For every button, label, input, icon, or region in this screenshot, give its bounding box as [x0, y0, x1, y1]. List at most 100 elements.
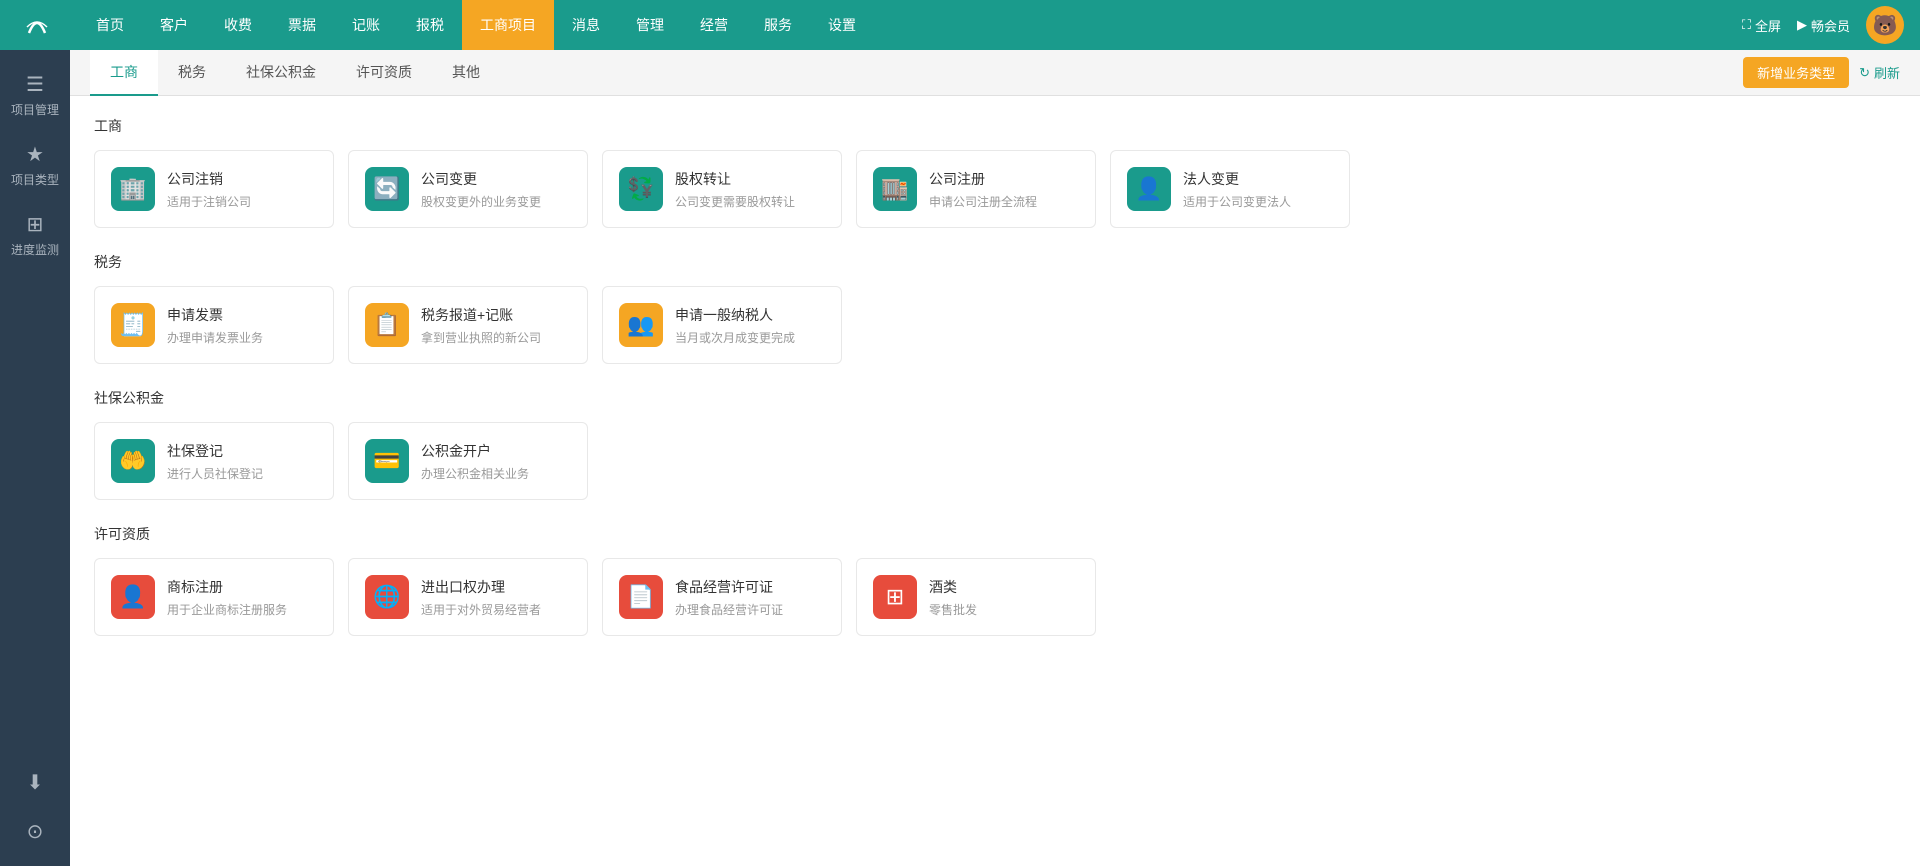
- card-desc: 拿到营业执照的新公司: [421, 329, 541, 346]
- service-card-进出口权办理[interactable]: 🌐 进出口权办理 适用于对外贸易经营者: [348, 558, 588, 636]
- sidebar-label: 进度监测: [11, 241, 59, 258]
- service-card-公司变更[interactable]: 🔄 公司变更 股权变更外的业务变更: [348, 150, 588, 228]
- card-info: 进出口权办理 适用于对外贸易经营者: [421, 577, 541, 618]
- card-title: 股权转让: [675, 169, 795, 189]
- card-icon: 🤲: [111, 439, 155, 483]
- sidebar-label: 项目管理: [11, 101, 59, 118]
- top-navigation: 首页客户收费票据记账报税工商项目消息管理经营服务设置 ⛶ 全屏 ▶ 畅会员 🐻: [0, 0, 1920, 50]
- sidebar-bottom-item[interactable]: ⊙: [0, 807, 70, 856]
- cards-grid-社保公积金: 🤲 社保登记 进行人员社保登记 💳 公积金开户 办理公积金相关业务: [94, 422, 1896, 500]
- service-card-申请一般纳税人[interactable]: 👥 申请一般纳税人 当月或次月成变更完成: [602, 286, 842, 364]
- service-card-酒类[interactable]: ⊞ 酒类 零售批发: [856, 558, 1096, 636]
- sidebar: ☰ 项目管理 ★项目类型 ⊞ 进度监测 ⬇⊙: [0, 50, 70, 866]
- nav-item-工商项目[interactable]: 工商项目: [462, 0, 554, 50]
- tab-社保公积金[interactable]: 社保公积金: [226, 50, 336, 96]
- tabs-actions: 新增业务类型 ↻ 刷新: [1743, 57, 1900, 88]
- card-title: 申请发票: [167, 305, 263, 325]
- tab-许可资质[interactable]: 许可资质: [336, 50, 432, 96]
- section-title-税务: 税务: [94, 252, 1896, 272]
- fullscreen-button[interactable]: ⛶ 全屏: [1742, 16, 1781, 35]
- card-desc: 办理食品经营许可证: [675, 601, 783, 618]
- member-label: 畅会员: [1811, 16, 1850, 35]
- card-info: 申请一般纳税人 当月或次月成变更完成: [675, 305, 795, 346]
- tab-税务[interactable]: 税务: [158, 50, 226, 96]
- nav-item-服务[interactable]: 服务: [746, 0, 810, 50]
- nav-item-记账[interactable]: 记账: [334, 0, 398, 50]
- cards-grid-工商: 🏢 公司注销 适用于注销公司 🔄 公司变更 股权变更外的业务变更 💱 股权转让 …: [94, 150, 1896, 228]
- service-card-股权转让[interactable]: 💱 股权转让 公司变更需要股权转让: [602, 150, 842, 228]
- service-card-社保登记[interactable]: 🤲 社保登记 进行人员社保登记: [94, 422, 334, 500]
- member-button[interactable]: ▶ 畅会员: [1797, 16, 1850, 35]
- card-info: 公司注销 适用于注销公司: [167, 169, 251, 210]
- add-type-button[interactable]: 新增业务类型: [1743, 57, 1849, 88]
- card-icon: 🏬: [873, 167, 917, 211]
- card-info: 社保登记 进行人员社保登记: [167, 441, 263, 482]
- sidebar-item-项目类型[interactable]: ★项目类型: [0, 130, 70, 200]
- play-icon: ▶: [1797, 17, 1807, 33]
- card-icon: 🏢: [111, 167, 155, 211]
- service-card-商标注册[interactable]: 👤 商标注册 用于企业商标注册服务: [94, 558, 334, 636]
- sidebar-icon: ☰: [26, 72, 44, 97]
- card-desc: 适用于对外贸易经营者: [421, 601, 541, 618]
- nav-item-消息[interactable]: 消息: [554, 0, 618, 50]
- card-title: 进出口权办理: [421, 577, 541, 597]
- nav-item-客户[interactable]: 客户: [142, 0, 206, 50]
- tab-工商[interactable]: 工商: [90, 50, 158, 96]
- refresh-button[interactable]: ↻ 刷新: [1859, 63, 1900, 82]
- card-info: 股权转让 公司变更需要股权转让: [675, 169, 795, 210]
- service-card-公司注销[interactable]: 🏢 公司注销 适用于注销公司: [94, 150, 334, 228]
- fullscreen-icon: ⛶: [1742, 17, 1751, 33]
- section-title-许可资质: 许可资质: [94, 524, 1896, 544]
- card-desc: 零售批发: [929, 601, 977, 618]
- service-card-税务报道+记账[interactable]: 📋 税务报道+记账 拿到营业执照的新公司: [348, 286, 588, 364]
- card-info: 酒类 零售批发: [929, 577, 977, 618]
- sidebar-icon: ⊞: [27, 212, 44, 237]
- service-card-法人变更[interactable]: 👤 法人变更 适用于公司变更法人: [1110, 150, 1350, 228]
- card-title: 公司变更: [421, 169, 541, 189]
- card-icon: 👤: [111, 575, 155, 619]
- service-card-公司注册[interactable]: 🏬 公司注册 申请公司注册全流程: [856, 150, 1096, 228]
- card-info: 公司注册 申请公司注册全流程: [929, 169, 1037, 210]
- logo: [16, 4, 58, 46]
- service-card-食品经营许可证[interactable]: 📄 食品经营许可证 办理食品经营许可证: [602, 558, 842, 636]
- cards-grid-税务: 🧾 申请发票 办理申请发票业务 📋 税务报道+记账 拿到营业执照的新公司 👥 申…: [94, 286, 1896, 364]
- sidebar-item-进度监测[interactable]: ⊞ 进度监测: [0, 200, 70, 270]
- tab-其他[interactable]: 其他: [432, 50, 500, 96]
- refresh-icon: ↻: [1859, 65, 1870, 81]
- nav-item-设置[interactable]: 设置: [810, 0, 874, 50]
- card-icon: 💳: [365, 439, 409, 483]
- card-info: 公司变更 股权变更外的业务变更: [421, 169, 541, 210]
- card-desc: 用于企业商标注册服务: [167, 601, 287, 618]
- nav-item-经营[interactable]: 经营: [682, 0, 746, 50]
- nav-item-票据[interactable]: 票据: [270, 0, 334, 50]
- card-info: 公积金开户 办理公积金相关业务: [421, 441, 529, 482]
- nav-item-报税[interactable]: 报税: [398, 0, 462, 50]
- card-desc: 公司变更需要股权转让: [675, 193, 795, 210]
- card-icon: ⊞: [873, 575, 917, 619]
- card-icon: 👥: [619, 303, 663, 347]
- card-title: 商标注册: [167, 577, 287, 597]
- sidebar-bottom: ⬇⊙: [0, 758, 70, 866]
- card-icon: 📄: [619, 575, 663, 619]
- sidebar-item-项目管理[interactable]: ☰ 项目管理: [0, 60, 70, 130]
- card-icon: 👤: [1127, 167, 1171, 211]
- refresh-label: 刷新: [1874, 63, 1900, 82]
- mascot-avatar[interactable]: 🐻: [1866, 6, 1904, 44]
- card-title: 公司注册: [929, 169, 1037, 189]
- nav-item-收费[interactable]: 收费: [206, 0, 270, 50]
- card-desc: 办理申请发票业务: [167, 329, 263, 346]
- content-area: 工商税务社保公积金许可资质其他 新增业务类型 ↻ 刷新 工商 🏢 公司注销 适用…: [70, 50, 1920, 866]
- nav-item-管理[interactable]: 管理: [618, 0, 682, 50]
- page-content[interactable]: 工商 🏢 公司注销 适用于注销公司 🔄 公司变更 股权变更外的业务变更 💱 股权…: [70, 96, 1920, 866]
- card-desc: 进行人员社保登记: [167, 465, 263, 482]
- service-card-公积金开户[interactable]: 💳 公积金开户 办理公积金相关业务: [348, 422, 588, 500]
- card-title: 酒类: [929, 577, 977, 597]
- sidebar-bottom-item[interactable]: ⬇: [0, 758, 70, 807]
- main-layout: ☰项目管理★项目类型⊞进度监测⬇⊙ 工商税务社保公积金许可资质其他 新增业务类型…: [0, 50, 1920, 866]
- fullscreen-label: 全屏: [1755, 16, 1781, 35]
- sidebar-icon: ★: [26, 142, 44, 167]
- service-card-申请发票[interactable]: 🧾 申请发票 办理申请发票业务: [94, 286, 334, 364]
- card-title: 申请一般纳税人: [675, 305, 795, 325]
- nav-item-首页[interactable]: 首页: [78, 0, 142, 50]
- card-info: 食品经营许可证 办理食品经营许可证: [675, 577, 783, 618]
